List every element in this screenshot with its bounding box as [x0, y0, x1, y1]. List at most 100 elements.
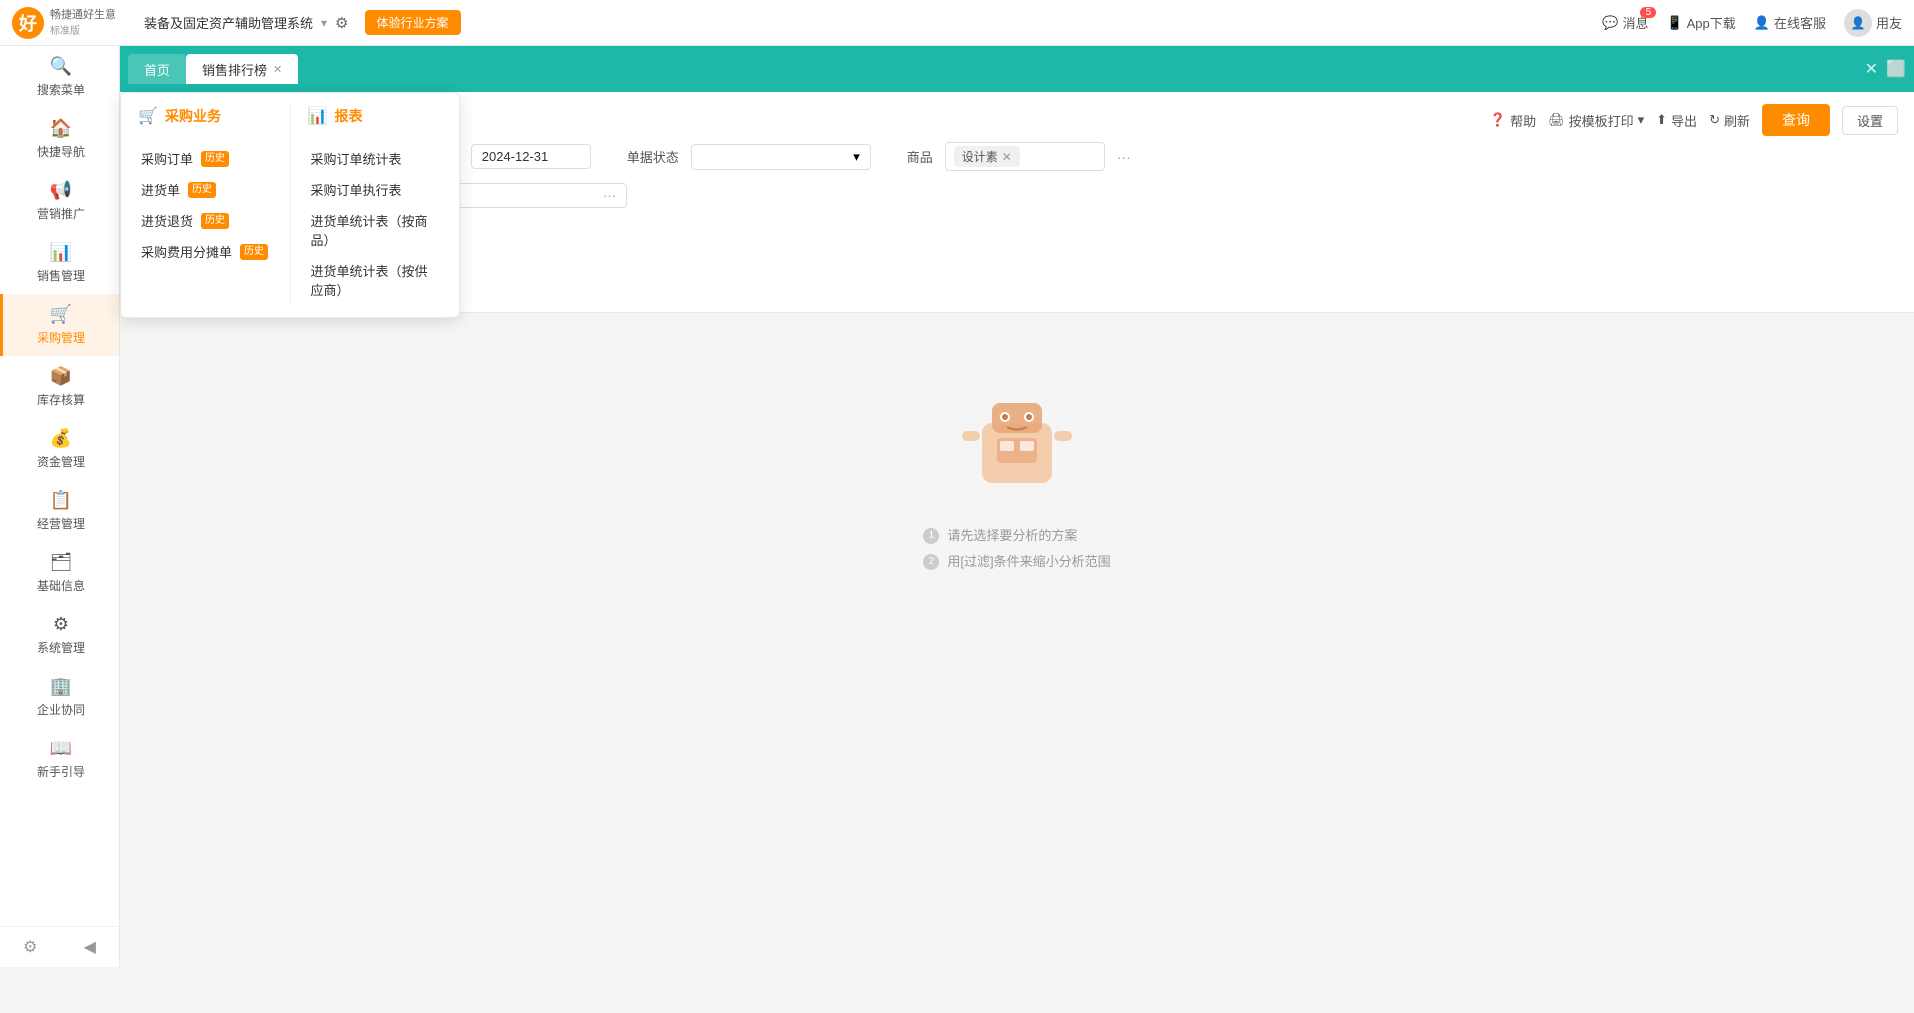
- refresh-icon: ↻: [1709, 112, 1720, 128]
- sidebar-item-guide[interactable]: 📖 新手引导: [0, 728, 119, 790]
- purchase-dropdown-menu: 🛒 采购业务 采购订单 历史 进货单 历史 进货退货 历史 采购费用分摊单 历史: [120, 92, 460, 318]
- sidebar-settings-btn[interactable]: ⚙: [23, 937, 37, 957]
- settings-icon[interactable]: [335, 14, 348, 32]
- menu-item-purchase-return[interactable]: 进货退货 历史: [137, 205, 274, 236]
- sidebar-item-label-guide: 新手引导: [37, 763, 85, 780]
- step1-text: 请先选择要分析的方案: [947, 523, 1077, 549]
- refresh-btn[interactable]: ↻ 刷新: [1709, 111, 1750, 130]
- refresh-label: 刷新: [1724, 111, 1750, 130]
- window-maximize-btn[interactable]: ⬜: [1886, 59, 1906, 79]
- topbar: 好 畅捷通好生意 标准版 装备及固定资产辅助管理系统 体验行业方案 💬 消息 5…: [0, 0, 1914, 46]
- purchase-receive-tag: 历史: [188, 182, 216, 198]
- empty-texts: 1 请先选择要分析的方案 2 用[过滤]条件来缩小分析范围: [923, 523, 1110, 575]
- purchase-receive-label: 进货单: [141, 180, 180, 199]
- sidebar-item-search[interactable]: 🔍 搜索菜单: [0, 46, 119, 108]
- message-btn[interactable]: 💬 消息 5: [1602, 13, 1648, 32]
- tab-sales-rank[interactable]: 销售排行榜 ✕: [186, 54, 298, 84]
- step2-num: 2: [923, 554, 939, 570]
- salesperson-more: ···: [603, 188, 616, 203]
- topbar-right: 💬 消息 5 📱 App下载 👤 在线客服 👤 用友: [1602, 9, 1902, 37]
- print-btn[interactable]: 🖨 按模板打印 ▾: [1548, 111, 1644, 130]
- sales-icon: 📊: [50, 242, 72, 263]
- step2-text: 用[过滤]条件来缩小分析范围: [947, 549, 1110, 575]
- avatar: 👤: [1844, 9, 1872, 37]
- menu-item-receive-stat-goods[interactable]: 进货单统计表（按商品）: [307, 205, 444, 255]
- sidebar-item-purchase[interactable]: 🛒 采购管理: [0, 294, 119, 356]
- sidebar-item-operation[interactable]: 📋 经营管理: [0, 480, 119, 542]
- tab-sales-rank-label: 销售排行榜: [202, 60, 267, 79]
- sidebar-item-label-nav: 快捷导航: [37, 143, 85, 160]
- search-icon: 🔍: [50, 56, 72, 77]
- status-label: 单据状态: [627, 147, 679, 166]
- app-download-btn[interactable]: 📱 App下载: [1666, 13, 1735, 32]
- sidebar-item-finance[interactable]: 💰 资金管理: [0, 418, 119, 480]
- sidebar-item-inventory[interactable]: 📦 库存核算: [0, 356, 119, 418]
- sidebar-item-basic[interactable]: 🗂 基础信息: [0, 542, 119, 604]
- menu-item-purchase-order[interactable]: 采购订单 历史: [137, 143, 274, 174]
- print-arrow: ▾: [1638, 112, 1645, 128]
- report-col-title: 报表: [335, 106, 363, 126]
- goods-filter[interactable]: 设计素 ✕: [945, 142, 1105, 171]
- message-badge: 5: [1640, 7, 1656, 18]
- goods-tag-close[interactable]: ✕: [1002, 150, 1012, 164]
- purchase-col-icon: 🛒: [137, 105, 159, 127]
- date-range-input[interactable]: [471, 144, 591, 169]
- help-btn[interactable]: ❓ 帮助: [1490, 111, 1536, 130]
- system-name-area: 装备及固定资产辅助管理系统 体验行业方案: [144, 10, 461, 35]
- menu-item-order-stat[interactable]: 采购订单统计表: [307, 143, 444, 174]
- sidebar-item-sales[interactable]: 📊 销售管理: [0, 232, 119, 294]
- purchase-col: 🛒 采购业务 采购订单 历史 进货单 历史 进货退货 历史 采购费用分摊单 历史: [121, 105, 290, 305]
- menu-columns: 🛒 采购业务 采购订单 历史 进货单 历史 进货退货 历史 采购费用分摊单 历史: [121, 105, 459, 305]
- export-label: 导出: [1671, 111, 1697, 130]
- sidebar-item-marketing[interactable]: 📢 营销推广: [0, 170, 119, 232]
- menu-item-purchase-receive[interactable]: 进货单 历史: [137, 174, 274, 205]
- operation-icon: 📋: [50, 490, 72, 511]
- purchase-cost-tag: 历史: [240, 244, 268, 260]
- purchase-order-label: 采购订单: [141, 149, 193, 168]
- sidebar-item-label-enterprise: 企业协同: [37, 701, 85, 718]
- sidebar-item-label-sales: 销售管理: [37, 267, 85, 284]
- sidebar-item-nav[interactable]: 🏠 快捷导航: [0, 108, 119, 170]
- sidebar-collapse-btn[interactable]: ◀: [84, 937, 96, 957]
- sidebar-item-enterprise[interactable]: 🏢 企业协同: [0, 666, 119, 728]
- marketing-icon: 📢: [50, 180, 72, 201]
- purchase-col-title: 采购业务: [165, 106, 221, 126]
- sidebar-item-label-marketing: 营销推广: [37, 205, 85, 222]
- receive-stat-supplier-label: 进货单统计表（按供应商）: [311, 261, 440, 299]
- menu-item-purchase-cost[interactable]: 采购费用分摊单 历史: [137, 236, 274, 267]
- enterprise-icon: 🏢: [50, 676, 72, 697]
- industry-btn[interactable]: 体验行业方案: [365, 10, 461, 35]
- guide-icon: 📖: [50, 738, 72, 759]
- menu-item-receive-stat-supplier[interactable]: 进货单统计表（按供应商）: [307, 255, 444, 305]
- query-btn[interactable]: 查询: [1762, 104, 1830, 136]
- tab-close-icon[interactable]: ✕: [273, 63, 282, 76]
- system-icon: ⚙: [53, 614, 69, 635]
- finance-icon: 💰: [50, 428, 72, 449]
- online-service-btn[interactable]: 👤 在线客服: [1754, 13, 1826, 32]
- purchase-col-header: 🛒 采购业务: [137, 105, 274, 133]
- inventory-icon: 📦: [50, 366, 72, 387]
- logo: 好 畅捷通好生意 标准版: [12, 7, 132, 39]
- empty-illustration: [952, 393, 1082, 503]
- export-icon: ⬆: [1656, 112, 1667, 128]
- app-icon: 📱: [1666, 15, 1682, 31]
- user-btn[interactable]: 👤 用友: [1844, 9, 1902, 37]
- system-name: 装备及固定资产辅助管理系统: [144, 13, 313, 32]
- purchase-icon: 🛒: [50, 304, 72, 325]
- receive-stat-goods-label: 进货单统计表（按商品）: [311, 211, 440, 249]
- salesperson-filter[interactable]: ···: [447, 183, 627, 208]
- status-select[interactable]: ▾: [691, 144, 871, 170]
- sidebar-item-label-search: 搜索菜单: [37, 81, 85, 98]
- purchase-order-tag: 历史: [201, 151, 229, 167]
- sidebar-item-system[interactable]: ⚙ 系统管理: [0, 604, 119, 666]
- goods-more-btn[interactable]: ···: [1117, 149, 1131, 165]
- window-close-btn[interactable]: ✕: [1865, 59, 1878, 79]
- export-btn[interactable]: ⬆ 导出: [1656, 111, 1697, 130]
- menu-item-order-exec[interactable]: 采购订单执行表: [307, 174, 444, 205]
- help-icon: ❓: [1490, 112, 1506, 128]
- window-controls: ✕ ⬜: [1865, 59, 1906, 79]
- empty-state: 1 请先选择要分析的方案 2 用[过滤]条件来缩小分析范围: [120, 313, 1914, 655]
- set-btn[interactable]: 设置: [1842, 106, 1898, 135]
- system-dropdown-arrow[interactable]: [321, 16, 327, 30]
- tab-home[interactable]: 首页: [128, 54, 186, 84]
